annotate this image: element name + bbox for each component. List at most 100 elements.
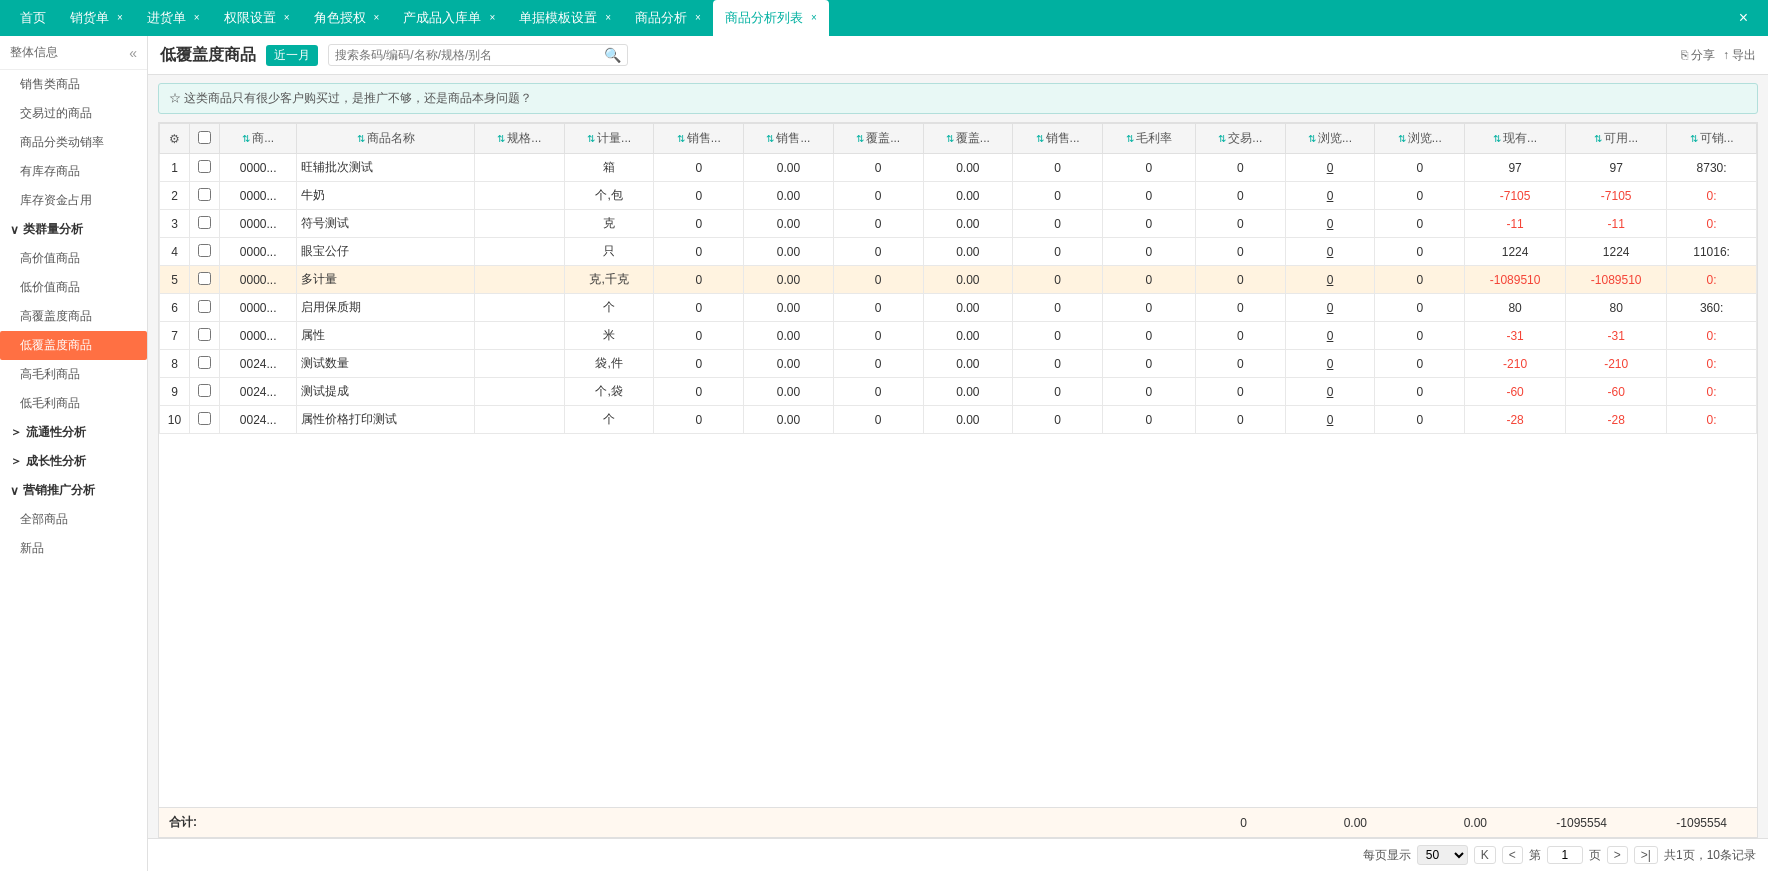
nav-product-analysis[interactable]: 商品分析 ×: [623, 0, 713, 36]
trade-column-header[interactable]: ⇅交易...: [1195, 124, 1285, 154]
sidebar-item-category-rate[interactable]: 商品分类动销率: [0, 128, 147, 157]
code-column-header[interactable]: ⇅商...: [220, 124, 297, 154]
row-browse1: 0: [1285, 266, 1375, 294]
row-code: 0024...: [220, 350, 297, 378]
sidebar-group-marketing[interactable]: ∨ 营销推广分析: [0, 476, 147, 505]
row-cover1: 0: [833, 238, 923, 266]
sidebar-item-capital[interactable]: 库存资金占用: [0, 186, 147, 215]
sidebar-collapse-btn[interactable]: «: [129, 45, 137, 61]
sales3-column-header[interactable]: ⇅销售...: [1013, 124, 1103, 154]
saleable-column-header[interactable]: ⇅可销...: [1667, 124, 1757, 154]
nav-close-product-analysis[interactable]: ×: [695, 0, 701, 36]
row-sales2: 0.00: [744, 182, 834, 210]
page-number-input[interactable]: [1547, 846, 1583, 864]
nav-product-warehouse[interactable]: 产成品入库单 ×: [391, 0, 507, 36]
search-input[interactable]: [335, 48, 604, 62]
nav-purchase[interactable]: 进货单 ×: [135, 0, 212, 36]
sales2-column-header[interactable]: ⇅销售...: [744, 124, 834, 154]
row-select-checkbox[interactable]: [198, 216, 211, 229]
select-all-checkbox[interactable]: [198, 131, 211, 144]
data-table-container: ⚙ ⇅商... ⇅商品名称 ⇅规格... ⇅计量... ⇅销售... ⇅销售..…: [158, 122, 1758, 808]
nav-close-sales[interactable]: ×: [117, 0, 123, 36]
available-column-header[interactable]: ⇅可用...: [1566, 124, 1667, 154]
row-select-checkbox[interactable]: [198, 160, 211, 173]
sidebar-item-low-value[interactable]: 低价值商品: [0, 273, 147, 302]
browse1-column-header[interactable]: ⇅浏览...: [1285, 124, 1375, 154]
last-page-button[interactable]: >|: [1634, 846, 1658, 864]
export-button[interactable]: ↑ 导出: [1723, 47, 1756, 64]
sidebar-item-high-value[interactable]: 高价值商品: [0, 244, 147, 273]
nav-close-product-analysis-list[interactable]: ×: [811, 0, 817, 36]
gross-column-header[interactable]: ⇅毛利率: [1102, 124, 1195, 154]
share-button[interactable]: ⎘ 分享: [1681, 47, 1715, 64]
sidebar-item-in-stock[interactable]: 有库存商品: [0, 157, 147, 186]
sidebar-group-flow[interactable]: ＞ 流通性分析: [0, 418, 147, 447]
sidebar-group-cluster[interactable]: ∨ 类群量分析: [0, 215, 147, 244]
sidebar-item-high-coverage[interactable]: 高覆盖度商品: [0, 302, 147, 331]
table-row: 8 0024... 测试数量 袋,件 0 0.00 0 0.00 0 0 0 0…: [160, 350, 1757, 378]
page-header: 低覆盖度商品 近一月 🔍 ⎘ 分享 ↑ 导出: [148, 36, 1768, 75]
row-cover2: 0.00: [923, 350, 1013, 378]
table-row: 9 0024... 测试提成 个,袋 0 0.00 0 0.00 0 0 0 0…: [160, 378, 1757, 406]
row-select-checkbox[interactable]: [198, 244, 211, 257]
row-trade: 0: [1195, 350, 1285, 378]
row-cover1: 0: [833, 294, 923, 322]
row-cover1: 0: [833, 350, 923, 378]
settings-column-header[interactable]: ⚙: [160, 124, 190, 154]
sales1-column-header[interactable]: ⇅销售...: [654, 124, 744, 154]
nav-roles[interactable]: 角色授权 ×: [302, 0, 392, 36]
name-column-header[interactable]: ⇅商品名称: [297, 124, 475, 154]
nav-sales-order[interactable]: 销货单 ×: [58, 0, 135, 36]
content-area: 低覆盖度商品 近一月 🔍 ⎘ 分享 ↑ 导出 ☆ 这类商品只有很少客户购买过，是…: [148, 36, 1768, 871]
spec-column-header[interactable]: ⇅规格...: [475, 124, 565, 154]
row-available: -28: [1566, 406, 1667, 434]
row-cover1: 0: [833, 154, 923, 182]
row-select-checkbox[interactable]: [198, 356, 211, 369]
nav-close-permissions[interactable]: ×: [284, 0, 290, 36]
search-icon[interactable]: 🔍: [604, 47, 621, 63]
row-gross: 0: [1102, 266, 1195, 294]
cover2-column-header[interactable]: ⇅覆盖...: [923, 124, 1013, 154]
chevron-down-icon2: ∨: [10, 484, 19, 498]
first-page-button[interactable]: K: [1474, 846, 1496, 864]
sidebar-item-sales-goods[interactable]: 销售类商品: [0, 70, 147, 99]
sidebar-item-low-margin[interactable]: 低毛利商品: [0, 389, 147, 418]
row-sales1: 0: [654, 350, 744, 378]
next-page-button[interactable]: >: [1607, 846, 1628, 864]
sidebar-item-high-margin[interactable]: 高毛利商品: [0, 360, 147, 389]
nav-template-settings[interactable]: 单据模板设置 ×: [507, 0, 623, 36]
current-column-header[interactable]: ⇅现有...: [1465, 124, 1566, 154]
nav-close-purchase[interactable]: ×: [194, 0, 200, 36]
nav-permissions[interactable]: 权限设置 ×: [212, 0, 302, 36]
row-select-checkbox[interactable]: [198, 272, 211, 285]
nav-home[interactable]: 首页: [8, 0, 58, 36]
row-sales3: 0: [1013, 266, 1103, 294]
page-size-select[interactable]: 50 100 200: [1417, 845, 1468, 865]
browse2-column-header[interactable]: ⇅浏览...: [1375, 124, 1465, 154]
prev-page-button[interactable]: <: [1502, 846, 1523, 864]
export-icon: ↑: [1723, 48, 1729, 62]
row-sales1: 0: [654, 210, 744, 238]
unit-column-header[interactable]: ⇅计量...: [564, 124, 654, 154]
sidebar-group-growth[interactable]: ＞ 成长性分析: [0, 447, 147, 476]
row-spec: [475, 210, 565, 238]
row-select-checkbox[interactable]: [198, 384, 211, 397]
sidebar-item-all-goods[interactable]: 全部商品: [0, 505, 147, 534]
row-current: -31: [1465, 322, 1566, 350]
sidebar-item-traded-goods[interactable]: 交易过的商品: [0, 99, 147, 128]
nav-close-product-wh[interactable]: ×: [489, 0, 495, 36]
period-button[interactable]: 近一月: [266, 45, 318, 66]
row-code: 0000...: [220, 210, 297, 238]
sidebar-item-new-goods[interactable]: 新品: [0, 534, 147, 563]
app-close-button[interactable]: ×: [1727, 9, 1760, 27]
row-select-checkbox[interactable]: [198, 188, 211, 201]
nav-close-template[interactable]: ×: [605, 0, 611, 36]
row-sales2: 0.00: [744, 294, 834, 322]
nav-product-analysis-list[interactable]: 商品分析列表 ×: [713, 0, 829, 36]
cover1-column-header[interactable]: ⇅覆盖...: [833, 124, 923, 154]
nav-close-roles[interactable]: ×: [374, 0, 380, 36]
sidebar-item-low-coverage[interactable]: 低覆盖度商品: [0, 331, 147, 360]
row-select-checkbox[interactable]: [198, 412, 211, 425]
row-select-checkbox[interactable]: [198, 328, 211, 341]
row-select-checkbox[interactable]: [198, 300, 211, 313]
